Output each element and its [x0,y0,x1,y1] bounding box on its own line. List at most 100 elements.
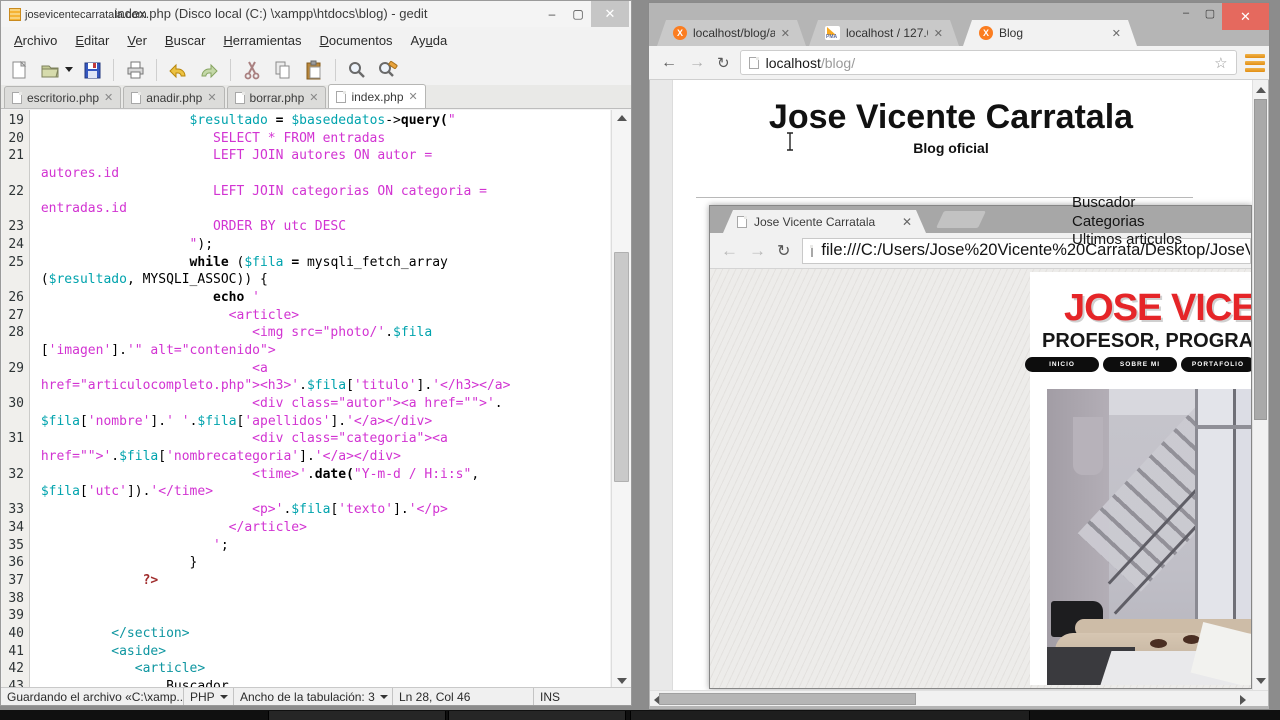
scrollbar-thumb[interactable] [1254,99,1267,420]
code-line[interactable]: 42 <article> [2,661,610,679]
code-line[interactable]: 25 while ($fila = mysqli_fetch_array [2,255,610,273]
menu-item-editar[interactable]: Editar [66,29,118,52]
reload-icon[interactable]: ↻ [777,241,790,261]
taskbar-button[interactable] [268,711,446,720]
tab-close-icon[interactable]: ✕ [781,27,790,40]
code-line[interactable]: href="articulocompleto.php"><h3>'.$fila[… [2,378,610,396]
code-line[interactable]: 38 [2,591,610,609]
sidebar-item[interactable]: Categorias [1072,213,1182,232]
scrollbar-thumb[interactable] [659,693,916,705]
taskbar-button[interactable] [630,711,1030,720]
nav-pill-inicio[interactable]: INICIO [1025,357,1099,372]
sidebar-item[interactable]: Buscador [1072,194,1182,213]
scroll-right-icon[interactable] [1240,695,1246,705]
tab-close-icon[interactable]: ✕ [207,91,216,104]
code-line[interactable]: $fila['utc']).'</time> [2,484,610,502]
code-line[interactable]: 23 ORDER BY utc DESC [2,219,610,237]
gedit-minimize-button[interactable]: – [539,3,565,25]
url-text[interactable]: localhost/blog/ [766,55,1208,71]
code-line[interactable]: 24 "); [2,237,610,255]
chrome-close-button[interactable]: ✕ [1222,3,1269,30]
code-line[interactable]: href="">'.$fila['nombrecategoria'].'</a>… [2,449,610,467]
chrome-maximize-button[interactable]: ▢ [1198,3,1222,23]
code-line[interactable]: entradas.id [2,201,610,219]
editor-tab-anadir.php[interactable]: anadir.php ✕ [123,86,225,108]
undo-icon[interactable] [166,58,190,82]
redo-icon[interactable] [197,58,221,82]
inner-omnibox[interactable]: file:///C:/Users/Jose%20Vicente%20Carrat… [802,237,1251,264]
code-line[interactable]: 19 $resultado = $basededatos->query(" [2,113,610,131]
menu-item-ver[interactable]: Ver [118,29,156,52]
nav-pill-portafolio[interactable]: PORTAFOLIO [1181,357,1251,372]
code-line[interactable]: $fila['nombre'].' '.$fila['apellidos'].'… [2,414,610,432]
cut-icon[interactable] [240,58,264,82]
tab-close-icon[interactable]: ✕ [1112,27,1121,40]
reload-icon[interactable]: ↻ [717,54,730,72]
code-line[interactable]: ($resultado, MYSQLI_ASSOC)) { [2,272,610,290]
editor-tab-escritorio.php[interactable]: escritorio.php ✕ [4,86,122,108]
tab-close-icon[interactable]: ✕ [902,215,912,229]
copy-icon[interactable] [271,58,295,82]
tab-close-icon[interactable]: ✕ [104,91,113,104]
menu-item-buscar[interactable]: Buscar [156,29,214,52]
page-vertical-scrollbar[interactable] [1252,80,1268,690]
tab-close-icon[interactable]: ✕ [934,27,943,40]
tab-close-icon[interactable]: ✕ [409,90,418,103]
editor-tab-index.php[interactable]: index.php ✕ [328,84,426,108]
code-line[interactable]: 20 SELECT * FROM entradas [2,131,610,149]
code-line[interactable]: 34 </article> [2,520,610,538]
print-icon[interactable] [123,58,147,82]
code-line[interactable]: 40 </section> [2,626,610,644]
forward-icon[interactable]: → [749,241,766,261]
taskbar-button[interactable] [448,711,626,720]
code-line[interactable]: ['imagen'].'" alt="contenido"> [2,343,610,361]
page-horizontal-scrollbar[interactable] [650,690,1268,707]
new-document-icon[interactable] [7,58,31,82]
find-replace-icon[interactable] [376,58,400,82]
forward-icon[interactable]: → [689,54,705,72]
menu-item-archivo[interactable]: Archivo [5,29,66,52]
code-line[interactable]: 22 LEFT JOIN categorias ON categoria = [2,184,610,202]
paste-icon[interactable] [302,58,326,82]
gedit-scrollbar-thumb[interactable] [614,252,629,482]
chrome-minimize-button[interactable]: – [1174,3,1198,23]
editor-tab-borrar.php[interactable]: borrar.php ✕ [226,86,327,108]
code-line[interactable]: 33 <p>'.$fila['texto'].'</p> [2,502,610,520]
code-line[interactable]: 21 LEFT JOIN autores ON autor = [2,148,610,166]
inner-browser-tab[interactable]: Jose Vicente Carratala ✕ [723,210,926,233]
gedit-close-button[interactable]: ✕ [591,1,629,27]
code-line[interactable]: 26 echo ' [2,290,610,308]
bookmark-star-icon[interactable]: ☆ [1214,54,1227,72]
back-icon[interactable]: ← [721,241,738,261]
menu-item-ayuda[interactable]: Ayuda [402,29,457,52]
tab-close-icon[interactable]: ✕ [309,91,318,104]
code-line[interactable]: 31 <div class="categoria"><a [2,431,610,449]
scroll-up-icon[interactable] [617,115,627,121]
scroll-down-icon[interactable] [1256,678,1266,684]
browser-tab-2[interactable]: PMA localhost / 127.0.0.1 ✕ [809,20,959,46]
back-icon[interactable]: ← [661,54,677,72]
browser-tab-3[interactable]: X Blog ✕ [963,20,1137,46]
code-line[interactable]: 28 <img src="photo/'.$fila [2,325,610,343]
status-tab-width-dropdown[interactable]: Ancho de la tabulación: 3 [234,688,393,705]
code-line[interactable]: 27 <article> [2,308,610,326]
open-dropdown-icon[interactable] [65,67,73,72]
gedit-titlebar[interactable]: josevicentecarratala.com index.php (Disc… [1,1,631,27]
open-folder-icon[interactable] [38,58,62,82]
code-line[interactable]: autores.id [2,166,610,184]
code-line[interactable]: 36 } [2,555,610,573]
code-line[interactable]: 37 ?> [2,573,610,591]
status-language-dropdown[interactable]: PHP [184,688,234,705]
code-editor[interactable]: 19 $resultado = $basededatos->query(" 20 … [2,110,610,689]
code-line[interactable]: 30 <div class="autor"><a href="">'. [2,396,610,414]
code-line[interactable]: 35 '; [2,538,610,556]
code-line[interactable]: 32 <time>'.date("Y-m-d / H:i:s", [2,467,610,485]
menu-item-herramientas[interactable]: Herramientas [214,29,310,52]
gedit-maximize-button[interactable]: ▢ [565,3,591,25]
code-line[interactable]: 41 <aside> [2,644,610,662]
nav-pill-sobre-mi[interactable]: SOBRE MI [1103,357,1177,372]
browser-tab-1[interactable]: Xlocalhost/blog/adm ✕ [657,20,806,46]
find-icon[interactable] [345,58,369,82]
scroll-up-icon[interactable] [1256,87,1266,93]
scroll-down-icon[interactable] [617,678,627,684]
